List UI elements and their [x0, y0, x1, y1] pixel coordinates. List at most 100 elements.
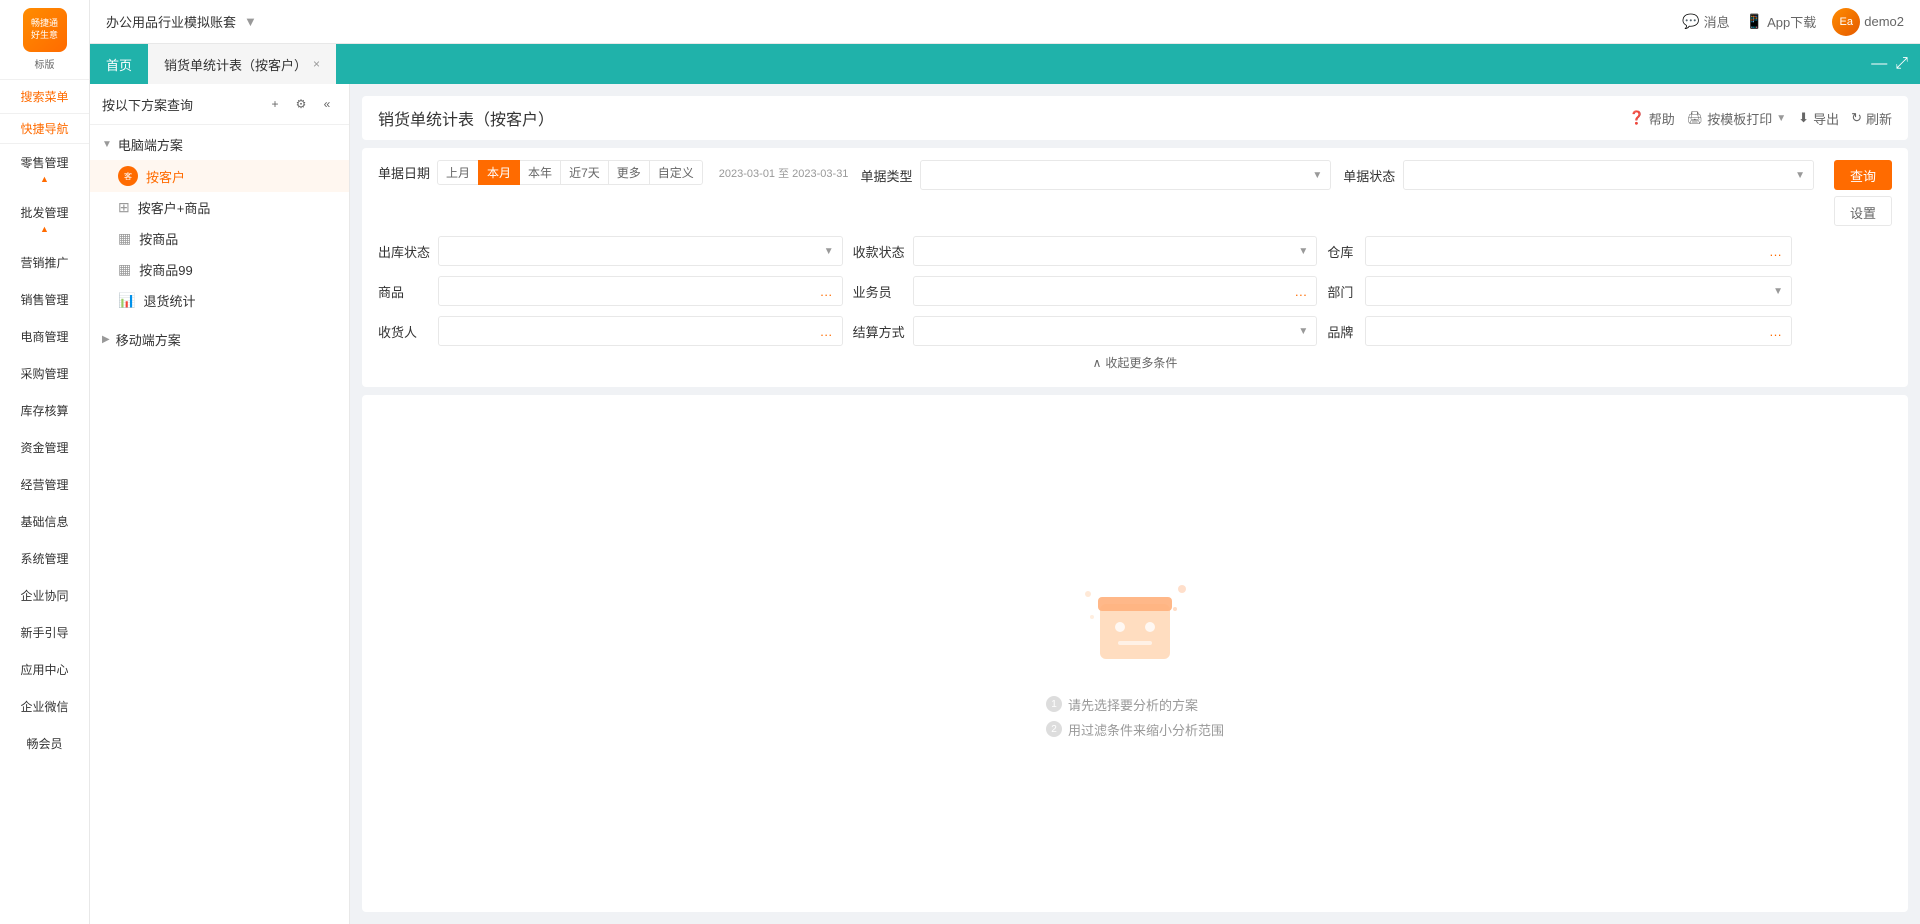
shortcut-nav-btn[interactable]: 快捷导航 [0, 114, 89, 144]
filter-settings-btn[interactable]: 设置 [1834, 196, 1892, 226]
page-title-bar: 销货单统计表（按客户） ❓ 帮助 🖨 按模板打印 ▼ ⬇ 导出 [362, 96, 1908, 140]
salesperson-select[interactable]: … [913, 276, 1318, 306]
date-tab-thismonth[interactable]: 本月 [478, 160, 520, 185]
left-panel-title: 按以下方案查询 [102, 95, 193, 114]
by-customer-icon: 客 [118, 166, 138, 186]
user-avatar: Ea [1832, 8, 1860, 36]
sidebar-item-finance[interactable]: 资金管理 [0, 429, 89, 466]
empty-illustration [1070, 569, 1200, 679]
sidebar-item-appcenter[interactable]: 应用中心 [0, 651, 89, 688]
department-select[interactable]: ▼ [1365, 276, 1792, 306]
sidebar-item-wechat[interactable]: 企业微信 [0, 688, 89, 725]
sidebar-item-purchase[interactable]: 采购管理 [0, 355, 89, 392]
tree-child-by-customer[interactable]: 客 按客户 [90, 160, 349, 192]
logo-area: 畅捷通 好生意 标版 [0, 0, 89, 80]
logo-subtitle: 标版 [35, 56, 55, 71]
sidebar-item-operations[interactable]: 经营管理 [0, 466, 89, 503]
brand-select[interactable]: … [1365, 316, 1792, 346]
tree-child-by-product99[interactable]: ▦ 按商品99 [90, 254, 349, 285]
print-icon: 🖨 [1687, 110, 1704, 126]
collapse-btn[interactable]: ∧ 收起更多条件 [1093, 354, 1178, 371]
warehouse-select[interactable]: … [1365, 236, 1792, 266]
tree-child-by-customer-product[interactable]: ⊞ 按客户+商品 [90, 192, 349, 223]
doc-type-select[interactable]: ▼ [920, 160, 1331, 190]
empty-steps: 1 请先选择要分析的方案 2 用过滤条件来缩小分析范围 [1046, 695, 1224, 739]
left-panel-actions: + ⚙ « [265, 94, 337, 114]
warehouse-label: 仓库 [1327, 242, 1357, 261]
date-tab-group: 上月 本月 本年 近7天 更多 自定义 [438, 160, 703, 185]
tree-arrow-desktop: ▼ [102, 139, 112, 150]
help-btn[interactable]: ❓ 帮助 [1629, 109, 1675, 128]
tree-parent-desktop[interactable]: ▼ 电脑端方案 [90, 129, 349, 160]
empty-state: 1 请先选择要分析的方案 2 用过滤条件来缩小分析范围 [1046, 569, 1224, 739]
sidebar-item-inventory[interactable]: 库存核算 [0, 392, 89, 429]
message-btn[interactable]: 💬 消息 [1682, 12, 1729, 31]
query-buttons: 查询 设置 [1834, 160, 1892, 226]
receiver-select[interactable]: … [438, 316, 843, 346]
product-select[interactable]: … [438, 276, 843, 306]
receiver-dots[interactable]: … [820, 324, 834, 339]
top-title-dropdown-icon[interactable]: ▼ [244, 14, 257, 29]
sidebar-item-sales[interactable]: 销售管理 [0, 281, 89, 318]
tab-close-btn[interactable]: × [313, 57, 320, 71]
logo-image: 畅捷通 好生意 [23, 8, 67, 52]
user-area[interactable]: Ea demo2 [1832, 8, 1904, 36]
step-num-2: 2 [1046, 721, 1062, 737]
query-btn[interactable]: 查询 [1834, 160, 1892, 190]
sidebar-item-marketing[interactable]: 营销推广 [0, 244, 89, 281]
retail-label: 零售管理 [20, 154, 68, 171]
out-status-select[interactable]: ▼ [438, 236, 843, 266]
right-content: 销货单统计表（按客户） ❓ 帮助 🖨 按模板打印 ▼ ⬇ 导出 [350, 84, 1920, 924]
tree-section-mobile: ▶ 移动端方案 [90, 320, 349, 359]
tree-parent-mobile[interactable]: ▶ 移动端方案 [90, 324, 349, 355]
tree-section-desktop: ▼ 电脑端方案 客 按客户 ⊞ 按客户+商品 ▦ 按商品 ▦ 按商品99 [90, 125, 349, 320]
refresh-btn[interactable]: ↻ 刷新 [1851, 109, 1892, 128]
salesperson-dots[interactable]: … [1294, 284, 1308, 299]
tree-child-returns[interactable]: 📊 退货统计 [90, 285, 349, 316]
date-tab-more[interactable]: 更多 [608, 160, 650, 185]
collect-status-select[interactable]: ▼ [913, 236, 1318, 266]
payment-select[interactable]: ▼ [913, 316, 1318, 346]
sidebar-item-wholesale[interactable]: 批发管理 ▲ [0, 194, 89, 244]
page-actions: ❓ 帮助 🖨 按模板打印 ▼ ⬇ 导出 ↻ 刷新 [1629, 109, 1892, 128]
doc-status-select[interactable]: ▼ [1403, 160, 1814, 190]
doc-status-label: 单据状态 [1343, 166, 1395, 185]
sidebar-item-ecommerce[interactable]: 电商管理 [0, 318, 89, 355]
salesperson-label: 业务员 [853, 282, 905, 301]
add-scheme-btn[interactable]: + [265, 94, 285, 114]
brand-dots[interactable]: … [1769, 324, 1783, 339]
date-label: 单据日期 [378, 163, 430, 182]
date-tab-custom[interactable]: 自定义 [649, 160, 703, 185]
returns-icon: 📊 [118, 292, 135, 309]
export-btn[interactable]: ⬇ 导出 [1798, 109, 1839, 128]
settings-scheme-btn[interactable]: ⚙ [291, 94, 311, 114]
collapse-panel-btn[interactable]: « [317, 94, 337, 114]
tree-child-by-product[interactable]: ▦ 按商品 [90, 223, 349, 254]
tab-bar: 首页 销货单统计表（按客户） × — ⤢ [90, 44, 1920, 84]
retail-arrow: ▲ [40, 174, 49, 184]
date-tab-lastmonth[interactable]: 上月 [437, 160, 479, 185]
help-icon: ❓ [1629, 110, 1645, 126]
sidebar-item-newuser[interactable]: 新手引导 [0, 614, 89, 651]
product-dots[interactable]: … [820, 284, 834, 299]
search-menu-btn[interactable]: 搜索菜单 [0, 80, 89, 114]
by-customer-product-icon: ⊞ [118, 199, 130, 216]
print-btn[interactable]: 🖨 按模板打印 ▼ [1687, 109, 1786, 128]
wholesale-label: 批发管理 [20, 204, 68, 221]
tab-home[interactable]: 首页 [90, 44, 148, 84]
step-num-1: 1 [1046, 696, 1062, 712]
app-download-btn[interactable]: 📱 App下载 [1746, 12, 1817, 31]
tab-sales-stats[interactable]: 销货单统计表（按客户） × [148, 44, 336, 84]
sidebar-item-system[interactable]: 系统管理 [0, 540, 89, 577]
date-tab-7days[interactable]: 近7天 [560, 160, 609, 185]
page-title: 销货单统计表（按客户） [378, 106, 554, 130]
sidebar-item-member[interactable]: 畅会员 [0, 725, 89, 762]
sidebar-item-retail[interactable]: 零售管理 ▲ [0, 144, 89, 194]
sidebar-item-enterprise[interactable]: 企业协同 [0, 577, 89, 614]
window-maximize-btn[interactable]: ⤢ [1895, 55, 1908, 73]
date-tab-thisyear[interactable]: 本年 [519, 160, 561, 185]
top-header-left: 办公用品行业模拟账套 ▼ [106, 12, 257, 31]
sidebar-item-basic-info[interactable]: 基础信息 [0, 503, 89, 540]
warehouse-dots[interactable]: … [1769, 244, 1783, 259]
window-minimize-btn[interactable]: — [1871, 55, 1887, 73]
